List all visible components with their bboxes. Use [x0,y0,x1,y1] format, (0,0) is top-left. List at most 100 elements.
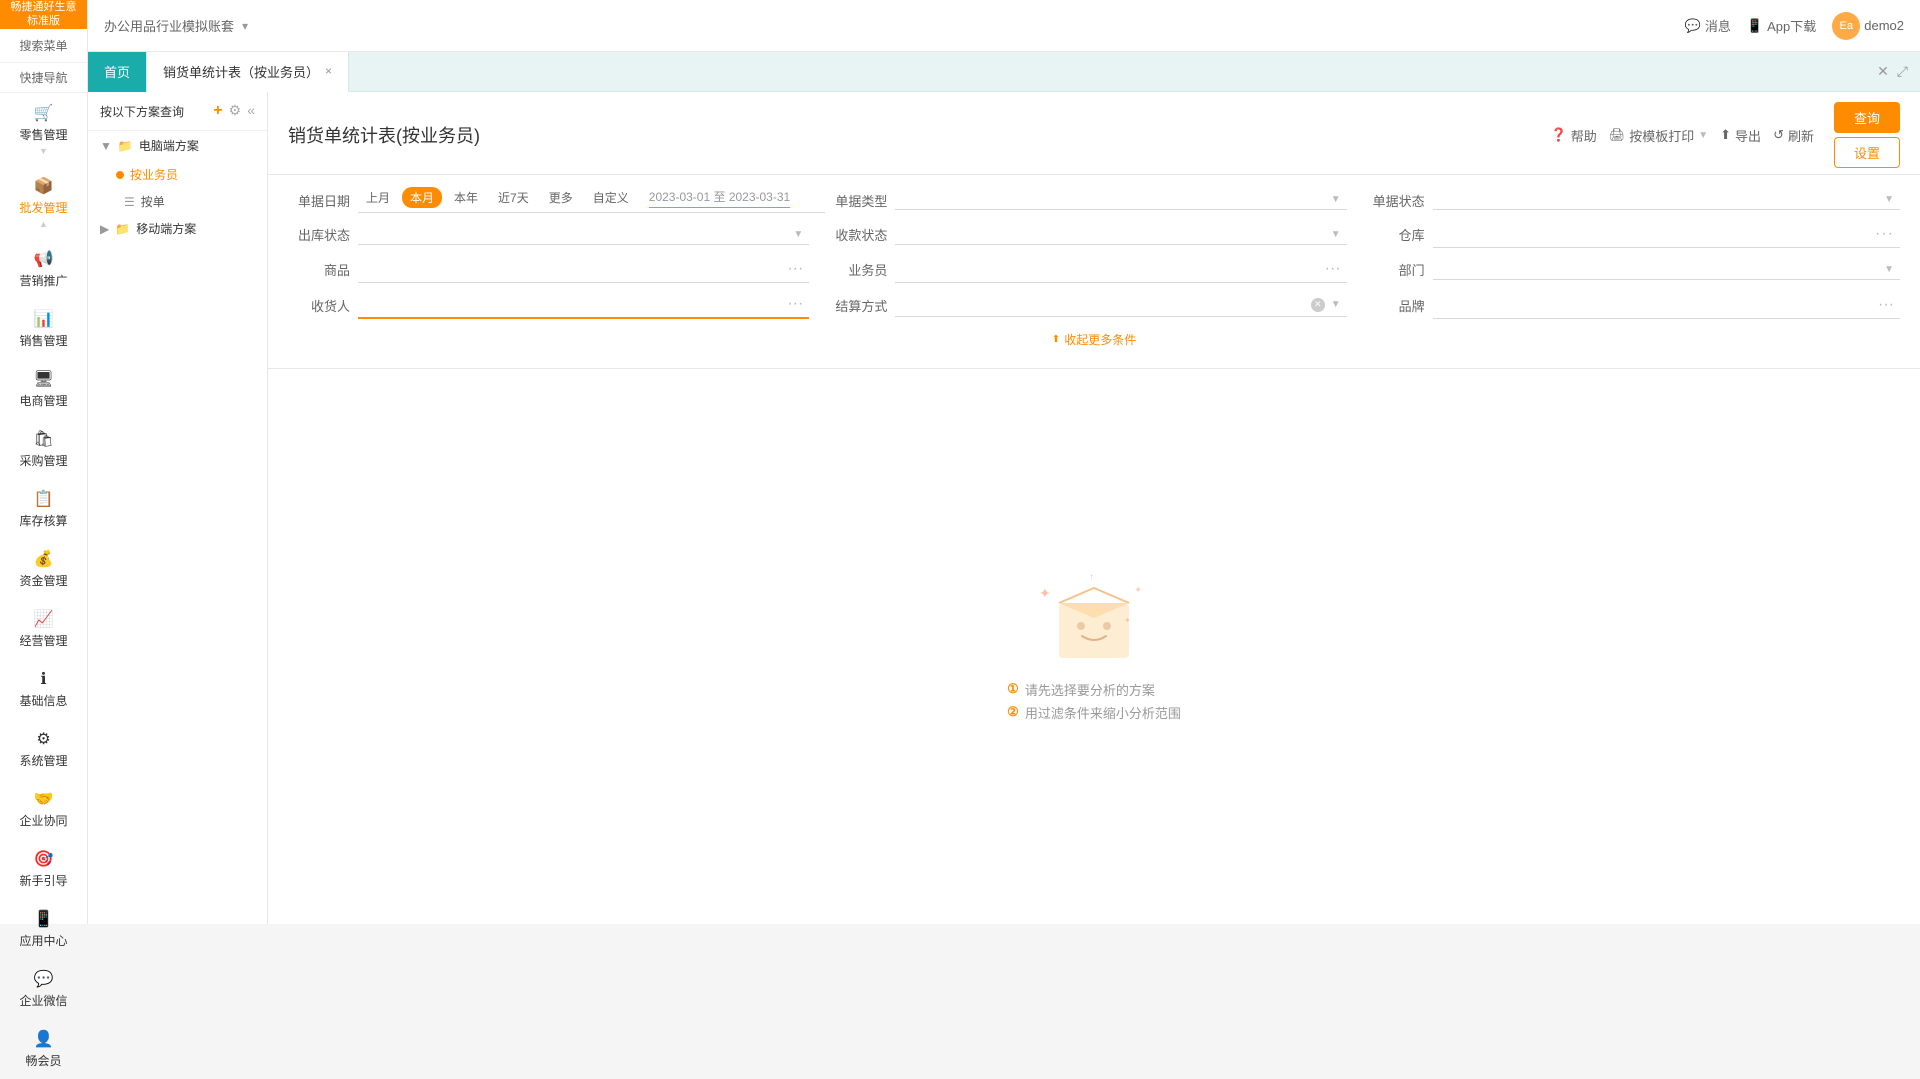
help-button[interactable]: ❓ 帮助 [1551,126,1597,145]
page-title: 销货单统计表(按业务员) [288,122,480,148]
tree-folder-desktop[interactable]: ▼ 📁 电脑端方案 [88,131,267,160]
app-download-button[interactable]: 📱 App下载 [1747,16,1816,35]
enterprise-icon: 🤝 [34,789,54,809]
sidebar-item-ecommerce[interactable]: 🖥 电商管理 [0,359,87,419]
sidebar-item-wechat[interactable]: 💬 企业微信 [0,959,87,1019]
tab-maximize-icon[interactable]: ⤢ [1897,63,1908,80]
order-icon: ☰ [124,195,135,209]
sidebar-item-member[interactable]: 👤 畅会员 [0,1019,87,1079]
tab-close-window-icon[interactable]: ✕ [1877,63,1889,80]
tab-sales-stats[interactable]: 销货单统计表（按业务员） × [147,52,349,92]
sidebar-item-basic[interactable]: ℹ 基础信息 [0,659,87,719]
salesperson-ellipsis-icon[interactable]: ··· [1325,260,1341,278]
sidebar-item-system[interactable]: ⚙ 系统管理 [0,719,87,779]
topbar-right: 💬 消息 📱 App下载 Ea demo2 [1685,12,1904,40]
svg-text:✦: ✦ [1039,585,1051,601]
sidebar-item-newbie[interactable]: 🎯 新手引导 [0,839,87,899]
main-area: 办公用品行业模拟账套 ▾ 💬 消息 📱 App下载 Ea demo2 首页 [88,0,1920,924]
active-dot-icon [116,171,124,179]
refresh-button[interactable]: ↺ 刷新 [1773,126,1814,145]
collapse-panel-icon[interactable]: « [247,102,255,120]
sidebar-item-inventory[interactable]: 📋 库存核算 [0,479,87,539]
topbar-dropdown-icon[interactable]: ▾ [242,19,248,33]
sidebar-item-sales[interactable]: 📊 销售管理 [0,299,87,359]
messages-button[interactable]: 💬 消息 [1685,16,1731,35]
topbar: 办公用品行业模拟账套 ▾ 💬 消息 📱 App下载 Ea demo2 [88,0,1920,52]
add-scheme-icon[interactable]: + [213,102,222,120]
tab-close-icon[interactable]: × [325,64,332,78]
export-button[interactable]: ⬆ 导出 [1720,126,1761,145]
tree-item-salesperson[interactable]: 按业务员 [88,160,267,189]
settings-scheme-icon[interactable]: ⚙ [229,102,242,120]
print-dropdown-icon[interactable]: ▼ [1698,130,1708,141]
date-filter: 单据日期 上月 本月 本年 近7天 更多 自定义 2023-03-01 至 20… [288,187,825,213]
sidebar-shortcut[interactable]: 快捷导航 [0,63,87,93]
sidebar-item-purchase[interactable]: 🛍 采购管理 [0,419,87,479]
empty-illustration: ✦ ✦ ✦ ↑ [1034,568,1154,668]
empty-text: ① 请先选择要分析的方案 ② 用过滤条件来缩小分析范围 [1007,680,1181,726]
date-range-display: 2023-03-01 至 2023-03-31 [649,188,790,208]
svg-text:↑: ↑ [1089,572,1094,583]
sidebar: 畅捷通好生意 标准版 搜索菜单 快捷导航 🛒 零售管理 ▼ 📦 批发管理 ▲ 📢… [0,0,88,924]
purchase-icon: 🛍 [33,429,53,449]
left-panel-icons: + ⚙ « [213,102,255,120]
out-status-label: 出库状态 [288,225,358,244]
doc-status-filter: 单据状态 ▼ [1363,187,1900,213]
page-actions: ❓ 帮助 🖨 按模板打印 ▼ ⬆ 导出 ↺ [1551,126,1814,145]
receiver-label: 收货人 [288,296,358,315]
out-status-dropdown-icon[interactable]: ▼ [793,229,803,240]
warehouse-label: 仓库 [1363,225,1433,244]
brand-ellipsis-icon[interactable]: ··· [1878,296,1894,314]
date-tab-this-year[interactable]: 本年 [446,187,486,208]
collapse-filter-button[interactable]: ⬆ 收起更多条件 [288,323,1900,356]
left-panel-header: 按以下方案查询 + ⚙ « [88,92,267,131]
sidebar-item-apps[interactable]: 📱 应用中心 [0,899,87,959]
department-dropdown-icon[interactable]: ▼ [1884,264,1894,275]
folder-chevron-right-icon: ▶ [100,222,109,236]
sidebar-item-operations[interactable]: 📈 经营管理 [0,599,87,659]
salesperson-filter: 业务员 ··· [825,256,1362,283]
date-tab-custom[interactable]: 自定义 [585,187,637,208]
page-header: 销货单统计表(按业务员) ❓ 帮助 🖨 按模板打印 ▼ ⬆ [268,92,1920,175]
payment-clear-icon[interactable]: ✕ [1311,298,1325,312]
doc-type-dropdown-icon[interactable]: ▼ [1331,194,1341,205]
finance-icon: 💰 [34,549,54,569]
folder-chevron-icon: ▼ [100,139,112,153]
date-tab-more[interactable]: 更多 [541,187,581,208]
doc-status-dropdown-icon[interactable]: ▼ [1884,194,1894,205]
receiver-ellipsis-icon[interactable]: ··· [787,295,803,313]
sidebar-item-finance[interactable]: 💰 资金管理 [0,539,87,599]
basic-icon: ℹ [40,669,46,689]
print-button[interactable]: 🖨 按模板打印 ▼ [1609,126,1708,145]
refresh-icon: ↺ [1773,127,1784,143]
date-tab-last-month[interactable]: 上月 [358,187,398,208]
receipt-status-filter: 收款状态 ▼ [825,221,1362,248]
sidebar-item-retail[interactable]: 🛒 零售管理 ▼ [0,93,87,166]
sidebar-item-marketing[interactable]: 📢 营销推广 [0,239,87,299]
sidebar-item-wholesale[interactable]: 📦 批发管理 ▲ [0,166,87,239]
tree-folder-mobile[interactable]: ▶ 📁 移动端方案 [88,214,267,243]
product-ellipsis-icon[interactable]: ··· [787,260,803,278]
date-tabs: 上月 本月 本年 近7天 更多 自定义 [358,187,637,208]
tab-home[interactable]: 首页 [88,52,147,92]
settings-button[interactable]: 设置 [1834,137,1900,168]
payment-dropdown-icon[interactable]: ▼ [1331,299,1341,310]
date-tab-7days[interactable]: 近7天 [490,187,537,208]
user-menu[interactable]: Ea demo2 [1832,12,1904,40]
tree-item-by-order[interactable]: ☰ 按单 [88,189,267,214]
sidebar-item-enterprise[interactable]: 🤝 企业协同 [0,779,87,839]
system-icon: ⚙ [36,729,50,749]
date-label: 单据日期 [288,191,358,210]
data-area: ✦ ✦ ✦ ↑ ① 请先选择要分析的方案 ② 用过滤条件来缩小分析范 [268,369,1920,924]
product-filter: 商品 ··· [288,256,825,283]
receipt-status-dropdown-icon[interactable]: ▼ [1331,229,1341,240]
empty-tip-2: ② 用过滤条件来缩小分析范围 [1007,703,1181,722]
print-icon: 🖨 [1609,127,1626,143]
date-tab-this-month[interactable]: 本月 [402,187,442,208]
sidebar-search[interactable]: 搜索菜单 [0,29,87,63]
retail-icon: 🛒 [34,103,54,123]
member-icon: 👤 [34,1029,54,1049]
query-button[interactable]: 查询 [1834,102,1900,133]
collapse-chevron-icon: ⬆ [1052,334,1060,345]
warehouse-ellipsis-icon[interactable]: ··· [1875,225,1894,243]
